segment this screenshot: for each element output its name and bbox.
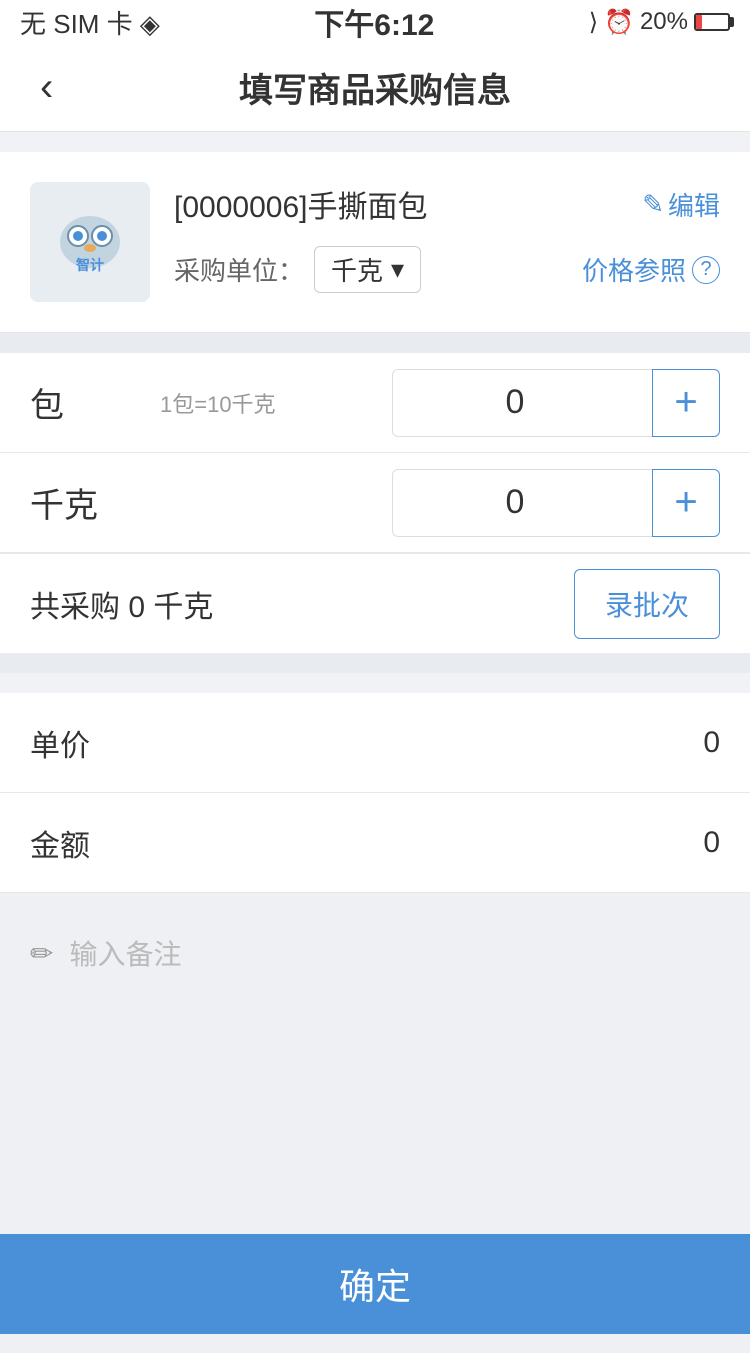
kg-label: 千克 [30,478,150,527]
svg-text:智计: 智计 [75,257,104,273]
unit-price-row: 单价 0 [0,693,750,793]
kg-input-control: + [150,469,720,537]
bag-sublabel: 1包=10千克 [160,387,276,419]
amount-label: 金额 [30,821,90,865]
unit-select[interactable]: 千克 ▾ [314,246,421,293]
status-time: 下午6:12 [314,0,434,44]
summary-row: 共采购 0 千克 录批次 [0,553,750,653]
kg-input-row: 千克 + [0,453,750,553]
amount-row: 金额 0 [0,793,750,893]
confirm-button[interactable]: 确定 [0,1234,750,1334]
price-ref-button[interactable]: 价格参照 ? [582,251,720,288]
chevron-down-icon: ▾ [391,254,404,285]
kg-input[interactable] [392,469,652,537]
product-header: [0000006]手撕面包 ✎ 编辑 [174,182,720,226]
kg-plus-button[interactable]: + [652,469,720,537]
remark-section[interactable]: ✏ 输入备注 [0,893,750,1013]
product-image: 智计 [30,182,150,302]
bag-input-control: + [276,369,720,437]
edit-button[interactable]: ✎ 编辑 [642,186,720,223]
bag-input[interactable] [392,369,652,437]
remark-placeholder: 输入备注 [69,933,181,973]
back-button[interactable]: ‹ [30,55,63,120]
bag-label: 包 [30,378,150,427]
product-card: 智计 [0000006]手撕面包 ✎ 编辑 采购单位： 千克 ▾ 价格参照 [0,152,750,333]
input-section: 包 1包=10千克 + 千克 + 共采购 0 千克 录批次 [0,353,750,653]
status-bar: 无 SIM 卡 ◈ 下午6:12 ⟩ ⏰ 20% [0,0,750,44]
edit-icon: ✎ [642,189,664,220]
status-left: 无 SIM 卡 ◈ [20,4,160,41]
product-name: [0000006]手撕面包 [174,182,427,226]
section-divider-1 [0,333,750,353]
bag-plus-button[interactable]: + [652,369,720,437]
info-icon: ? [692,256,720,284]
alarm-icon: ⏰ [604,8,634,37]
nav-bar: ‹ 填写商品采购信息 [0,44,750,132]
location-icon: ⟩ [589,8,598,37]
battery-percent: 20% [640,8,688,36]
product-info: [0000006]手撕面包 ✎ 编辑 采购单位： 千克 ▾ 价格参照 ? [174,182,720,293]
status-right: ⟩ ⏰ 20% [589,8,730,37]
batch-button[interactable]: 录批次 [574,569,720,639]
product-unit-row: 采购单位： 千克 ▾ 价格参照 ? [174,246,720,293]
bag-input-row: 包 1包=10千克 + [0,353,750,453]
summary-text: 共采购 0 千克 [30,582,213,626]
unit-label: 采购单位： 千克 ▾ [174,246,421,293]
pencil-icon: ✏ [30,937,53,970]
price-section: 单价 0 金额 0 [0,693,750,893]
battery-icon [694,13,730,31]
unit-price-label: 单价 [30,721,90,765]
page-title: 填写商品采购信息 [239,63,511,112]
section-divider-2 [0,653,750,673]
product-thumbnail: 智计 [50,198,130,287]
amount-value: 0 [703,826,720,860]
unit-price-value: 0 [703,726,720,760]
